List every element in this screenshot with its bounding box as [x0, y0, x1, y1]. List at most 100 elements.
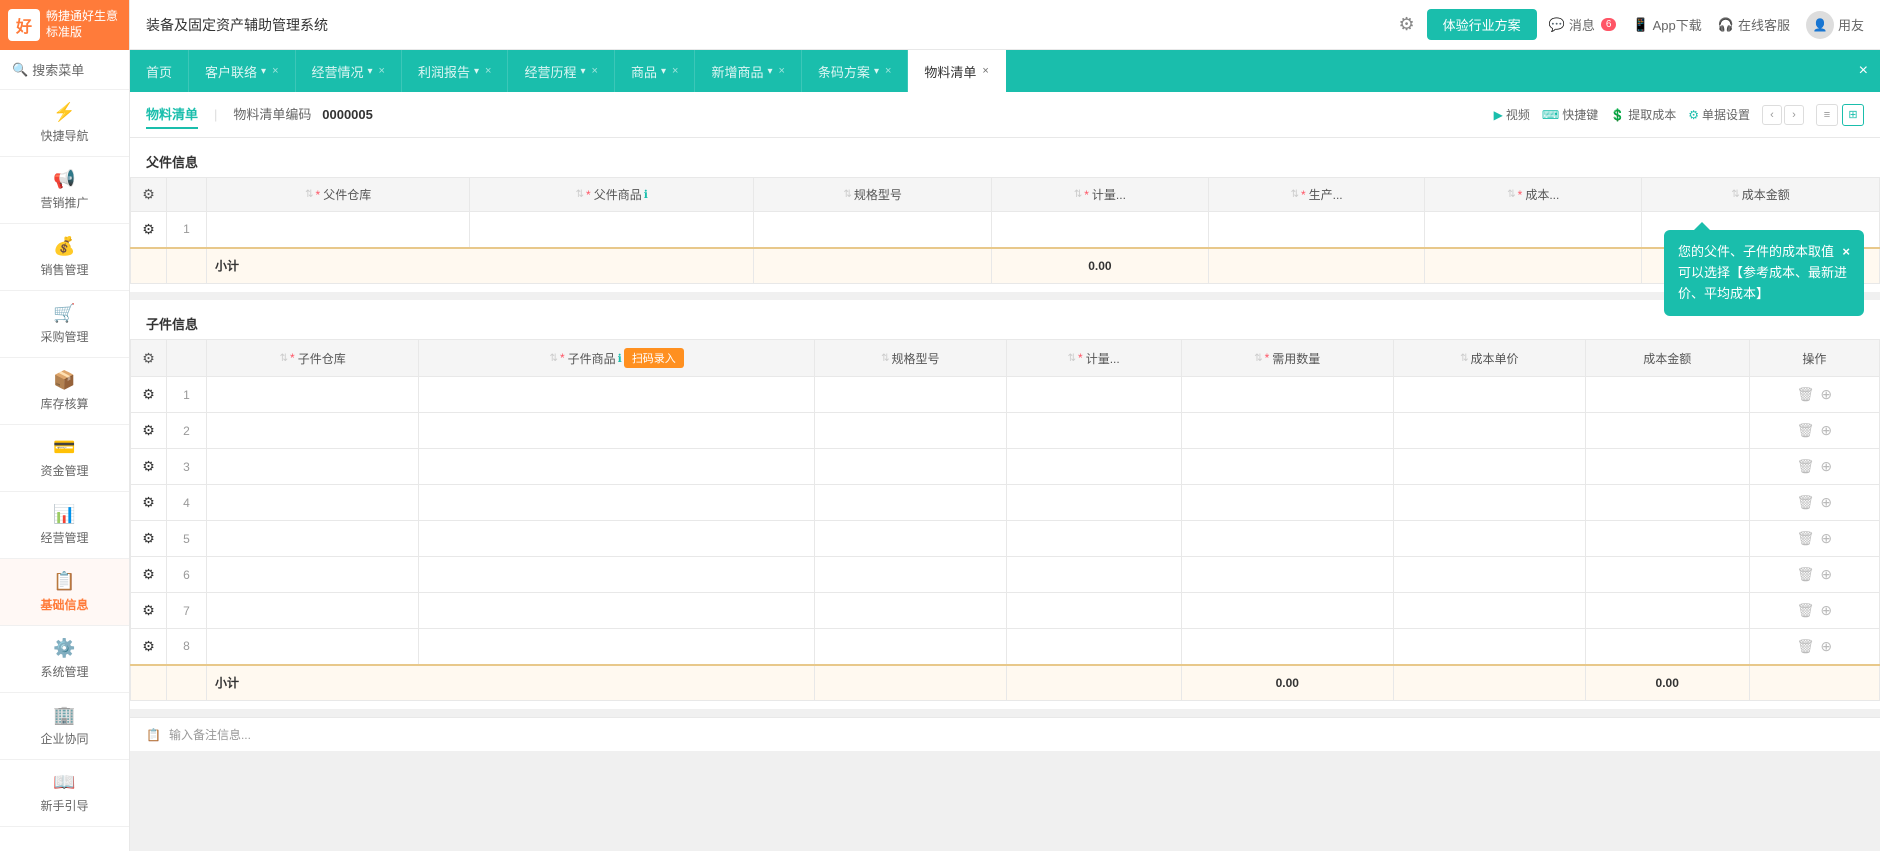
message-item[interactable]: 💬 消息 6	[1549, 15, 1617, 34]
sidebar-item-inventory[interactable]: 📦 库存核算	[0, 358, 129, 425]
row-settings[interactable]: ⚙	[131, 377, 167, 413]
sort-icon: ⇅	[1068, 353, 1076, 364]
sidebar-item-sales[interactable]: 💰 销售管理	[0, 224, 129, 291]
content-area: 物料清单 | 物料清单编码 0000005 ▶ 视频 ⌨ 快捷键 💲 提取成本	[130, 92, 1880, 851]
close-icon[interactable]: ×	[982, 65, 988, 77]
child-section-title: 子件信息	[130, 308, 1880, 339]
nav-prev-btn[interactable]: ‹	[1762, 105, 1782, 125]
sidebar-item-operations[interactable]: 📊 经营管理	[0, 492, 129, 559]
subtotal-unit-value: 0.00	[992, 248, 1209, 284]
copy-icon[interactable]: ⊕	[1820, 602, 1832, 619]
settings-icon[interactable]: ⚙	[1399, 14, 1415, 35]
delete-icon[interactable]: 🗑	[1797, 530, 1815, 547]
tab-home[interactable]: 首页	[130, 50, 189, 92]
close-icon[interactable]: ×	[485, 65, 491, 77]
search-menu[interactable]: 🔍 搜索菜单	[0, 50, 129, 90]
tab-profit-report[interactable]: 利润报告 ▾ ×	[402, 50, 508, 92]
copy-icon[interactable]: ⊕	[1820, 422, 1832, 439]
list-view-btn[interactable]: ≡	[1816, 104, 1838, 126]
video-btn[interactable]: ▶ 视频	[1494, 106, 1530, 123]
sales-icon: 💰	[53, 236, 75, 257]
sidebar-item-basic-info[interactable]: 📋 基础信息	[0, 559, 129, 626]
operations-icon: 📊	[53, 504, 75, 525]
copy-icon[interactable]: ⊕	[1820, 530, 1832, 547]
page-tab-bom-list[interactable]: 物料清单	[146, 100, 198, 129]
delete-icon[interactable]: 🗑	[1797, 638, 1815, 655]
delete-icon[interactable]: 🗑	[1797, 422, 1815, 439]
delete-icon[interactable]: 🗑	[1797, 566, 1815, 583]
close-icon[interactable]: ×	[672, 65, 678, 77]
page-tab-bom-code[interactable]: 物料清单编码 0000005	[233, 100, 372, 129]
chevron-down-icon: ▾	[767, 66, 772, 77]
shortcut-btn[interactable]: ⌨ 快捷键	[1542, 106, 1598, 123]
copy-icon[interactable]: ⊕	[1820, 566, 1832, 583]
sidebar-item-marketing[interactable]: 📢 营销推广	[0, 157, 129, 224]
sidebar-item-system[interactable]: ⚙️ 系统管理	[0, 626, 129, 693]
close-icon[interactable]: ×	[778, 65, 784, 77]
child-subtotal-row: 小计 0.00 0.00	[131, 665, 1880, 701]
tab-operations-history[interactable]: 经营历程 ▾ ×	[508, 50, 614, 92]
th-child-unit-cost: ⇅ 成本单价	[1393, 340, 1585, 377]
logo-text: 畅捷通好生意 标准版	[46, 9, 118, 40]
close-icon[interactable]: ×	[272, 65, 278, 77]
user-item[interactable]: 👤 用友	[1806, 11, 1864, 39]
cost-icon: 💲	[1610, 108, 1625, 122]
row-settings[interactable]: ⚙	[131, 593, 167, 629]
row-settings[interactable]: ⚙	[131, 413, 167, 449]
th-spec: ⇅ 规格型号	[754, 178, 992, 212]
marketing-icon: 📢	[53, 169, 75, 190]
guide-icon: 📖	[53, 772, 75, 793]
quick-nav-icon: ⚡	[53, 102, 75, 123]
tab-bom[interactable]: 物料清单 ×	[908, 50, 1005, 92]
single-settings-btn[interactable]: ⚙ 单据设置	[1688, 106, 1750, 123]
table-row: ⚙ 6 🗑 ⊕	[131, 557, 1880, 593]
th-child-settings[interactable]: ⚙	[131, 340, 167, 377]
close-icon[interactable]: ×	[885, 65, 891, 77]
sort-icon: ⇅	[1731, 189, 1739, 200]
row-settings[interactable]: ⚙	[131, 521, 167, 557]
app-download-item[interactable]: 📱 App下载	[1632, 15, 1701, 34]
th-settings[interactable]: ⚙	[131, 178, 167, 212]
tab-operations-status[interactable]: 经营情况 ▾ ×	[296, 50, 402, 92]
row-settings[interactable]: ⚙	[131, 557, 167, 593]
sidebar-item-quick-nav[interactable]: ⚡ 快捷导航	[0, 90, 129, 157]
online-service-item[interactable]: 🎧 在线客服	[1718, 15, 1790, 34]
sidebar-item-purchase[interactable]: 🛒 采购管理	[0, 291, 129, 358]
copy-icon[interactable]: ⊕	[1820, 458, 1832, 475]
tab-new-goods[interactable]: 新增商品 ▾ ×	[695, 50, 801, 92]
close-icon[interactable]: ×	[379, 65, 385, 77]
row-settings[interactable]: ⚙	[131, 449, 167, 485]
delete-icon[interactable]: 🗑	[1797, 494, 1815, 511]
row-settings[interactable]: ⚙	[131, 212, 167, 248]
page-header: 物料清单 | 物料清单编码 0000005 ▶ 视频 ⌨ 快捷键 💲 提取成本	[130, 92, 1880, 138]
row-settings[interactable]: ⚙	[131, 485, 167, 521]
close-icon[interactable]: ×	[592, 65, 598, 77]
copy-icon[interactable]: ⊕	[1820, 386, 1832, 403]
delete-icon[interactable]: 🗑	[1797, 602, 1815, 619]
scan-input-btn[interactable]: 扫码录入	[624, 348, 684, 368]
experience-btn[interactable]: 体验行业方案	[1427, 9, 1537, 40]
grid-view-btn[interactable]: ⊞	[1842, 104, 1864, 126]
sidebar-item-enterprise[interactable]: 🏢 企业协同	[0, 693, 129, 760]
th-child-qty: ⇅ * 需用数量	[1181, 340, 1393, 377]
tooltip-close-btn[interactable]: ×	[1842, 242, 1850, 263]
row-settings[interactable]: ⚙	[131, 629, 167, 665]
sort-icon: ⇅	[280, 353, 288, 364]
copy-icon[interactable]: ⊕	[1820, 494, 1832, 511]
sidebar-item-finance[interactable]: 💳 资金管理	[0, 425, 129, 492]
navtabs: 首页 客户联络 ▾ × 经营情况 ▾ × 利润报告 ▾ × 经营历程 ▾ × 商…	[130, 50, 1880, 92]
sidebar-item-guide[interactable]: 📖 新手引导	[0, 760, 129, 827]
th-unit: ⇅ * 计量...	[992, 178, 1209, 212]
notes-text[interactable]: 输入备注信息...	[169, 726, 251, 743]
delete-icon[interactable]: 🗑	[1797, 458, 1815, 475]
nav-next-btn[interactable]: ›	[1784, 105, 1804, 125]
tab-goods[interactable]: 商品 ▾ ×	[615, 50, 695, 92]
delete-icon[interactable]: 🗑	[1797, 386, 1815, 403]
chevron-down-icon: ▾	[874, 66, 879, 77]
extract-cost-btn[interactable]: 💲 提取成本	[1610, 106, 1676, 123]
sidebar: 好 畅捷通好生意 标准版 🔍 搜索菜单 ⚡ 快捷导航 📢 营销推广 💰 销售管理…	[0, 0, 130, 851]
tab-barcode[interactable]: 条码方案 ▾ ×	[802, 50, 908, 92]
close-all-tabs-btn[interactable]: ×	[1847, 50, 1880, 92]
tab-customer[interactable]: 客户联络 ▾ ×	[189, 50, 295, 92]
copy-icon[interactable]: ⊕	[1820, 638, 1832, 655]
